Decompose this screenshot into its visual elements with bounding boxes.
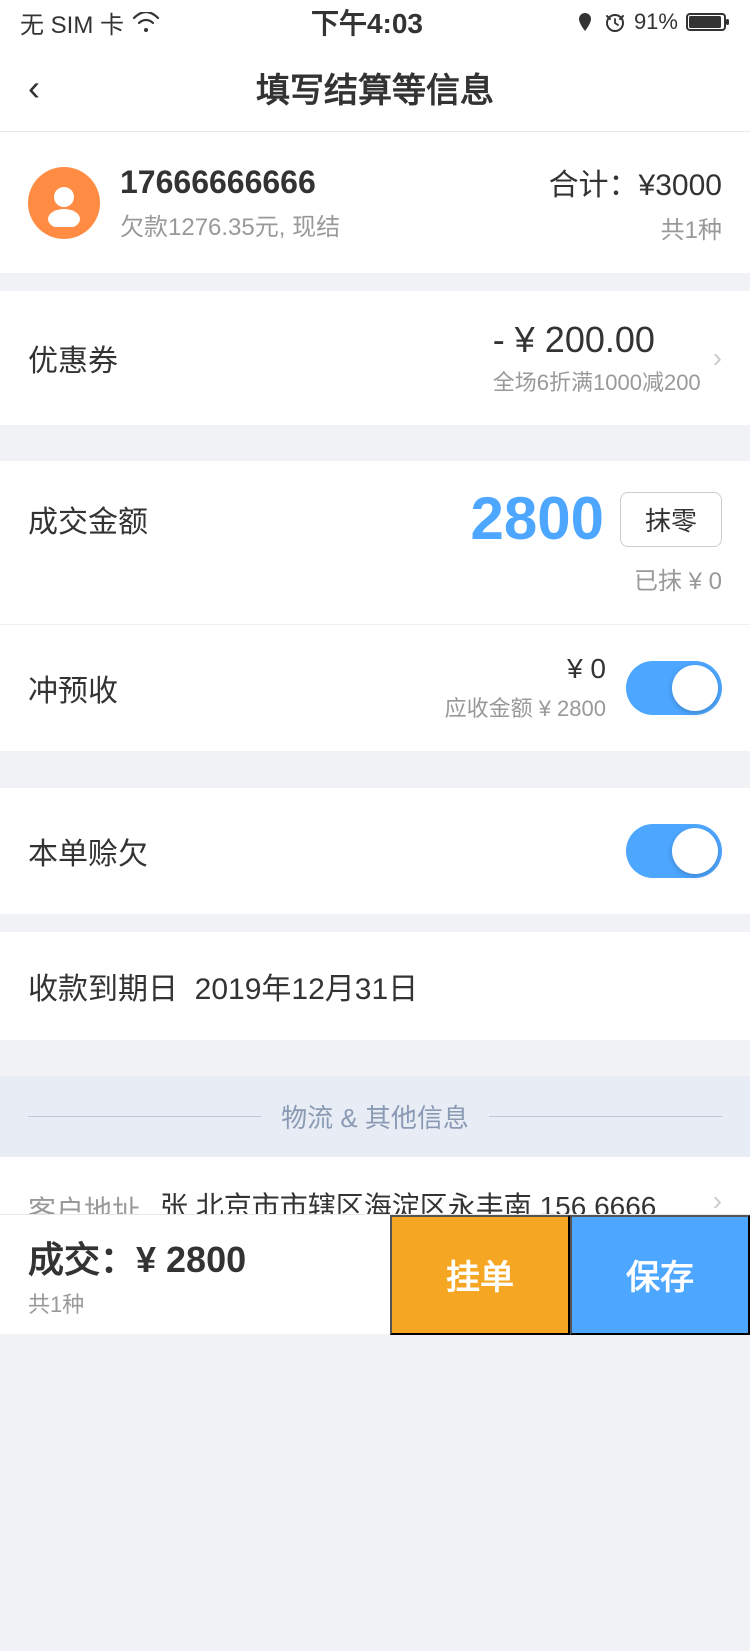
deal-sub: 已抹 ¥ 0 <box>634 568 722 595</box>
debt-toggle[interactable] <box>626 824 722 878</box>
debt-label: 本单赊欠 <box>28 829 148 873</box>
duedate-row: 收款到期日 2019年12月31日 <box>0 932 750 1040</box>
sim-status: 无 SIM 卡 <box>20 5 124 40</box>
logistics-header-text: 物流 & 其他信息 <box>281 1098 469 1135</box>
prepay-toggle[interactable] <box>626 661 722 715</box>
prepay-label: 冲预收 <box>28 666 118 710</box>
prepay-amount: ¥ 0 <box>445 653 606 685</box>
status-bar: 无 SIM 卡 下午4:03 91% <box>0 0 750 44</box>
location-icon <box>574 11 596 33</box>
bottom-deal-value: ¥ 2800 <box>136 1239 246 1280</box>
customer-sub: 欠款1276.35元, 现结 <box>120 207 340 242</box>
address-chevron-icon: › <box>713 1185 722 1217</box>
section-divider-1 <box>0 443 750 461</box>
bottom-deal-label: 成交： <box>28 1239 136 1280</box>
save-button[interactable]: 保存 <box>570 1215 750 1335</box>
coupon-discount: - ¥ 200.00 <box>493 319 701 361</box>
deal-amount: 2800 <box>471 489 604 549</box>
round-button[interactable]: 抹零 <box>620 492 722 547</box>
logistics-header: 物流 & 其他信息 <box>0 1076 750 1157</box>
coupon-row[interactable]: 优惠券 - ¥ 200.00 全场6折满1000减200 › <box>0 291 750 425</box>
duedate-value: 2019年12月31日 <box>195 973 418 1006</box>
duedate-label: 收款到期日 <box>28 973 178 1006</box>
back-button[interactable]: ‹ <box>28 67 40 109</box>
duedate-text: 收款到期日 2019年12月31日 <box>28 973 418 1006</box>
deal-label: 成交金额 <box>28 497 148 541</box>
section-divider-2 <box>0 769 750 787</box>
page-title: 填写结算等信息 <box>256 63 494 112</box>
total-amount: 合计：¥3000 <box>549 160 722 204</box>
bottom-summary: 成交：¥ 2800 共1种 <box>0 1231 390 1319</box>
debt-row: 本单赊欠 <box>0 787 750 914</box>
coupon-label: 优惠券 <box>28 336 118 380</box>
avatar <box>28 167 100 239</box>
bottom-bar: 成交：¥ 2800 共1种 挂单 保存 <box>0 1214 750 1334</box>
battery-icon <box>686 11 730 33</box>
bottom-count: 共1种 <box>28 1287 362 1319</box>
customer-phone: 17666666666 <box>120 164 340 201</box>
wifi-icon <box>132 12 160 32</box>
alarm-icon <box>604 11 626 33</box>
customer-info-row: 17666666666 欠款1276.35元, 现结 合计：¥3000 共1种 <box>0 132 750 273</box>
section-divider-3 <box>0 1058 750 1076</box>
status-left: 无 SIM 卡 <box>20 5 160 40</box>
empty-space <box>0 1321 750 1521</box>
deal-section: 成交金额 2800 抹零 已抹 ¥ 0 <box>0 461 750 624</box>
coupon-desc: 全场6折满1000减200 <box>493 365 701 397</box>
hang-button[interactable]: 挂单 <box>390 1215 570 1335</box>
content: 17666666666 欠款1276.35元, 现结 合计：¥3000 共1种 … <box>0 132 750 1651</box>
toggle-knob-2 <box>672 828 718 874</box>
toggle-knob <box>672 665 718 711</box>
nav-bar: ‹ 填写结算等信息 <box>0 44 750 132</box>
prepay-row: 冲预收 ¥ 0 应收金额 ¥ 2800 <box>0 624 750 751</box>
status-right: 91% <box>574 9 730 35</box>
prepay-sub: 应收金额 ¥ 2800 <box>445 691 606 723</box>
total-count: 共1种 <box>549 210 722 245</box>
status-time: 下午4:03 <box>311 2 423 42</box>
chevron-right-icon: › <box>713 342 722 374</box>
battery-text: 91% <box>634 9 678 35</box>
bottom-deal-amount: 成交：¥ 2800 <box>28 1231 362 1283</box>
